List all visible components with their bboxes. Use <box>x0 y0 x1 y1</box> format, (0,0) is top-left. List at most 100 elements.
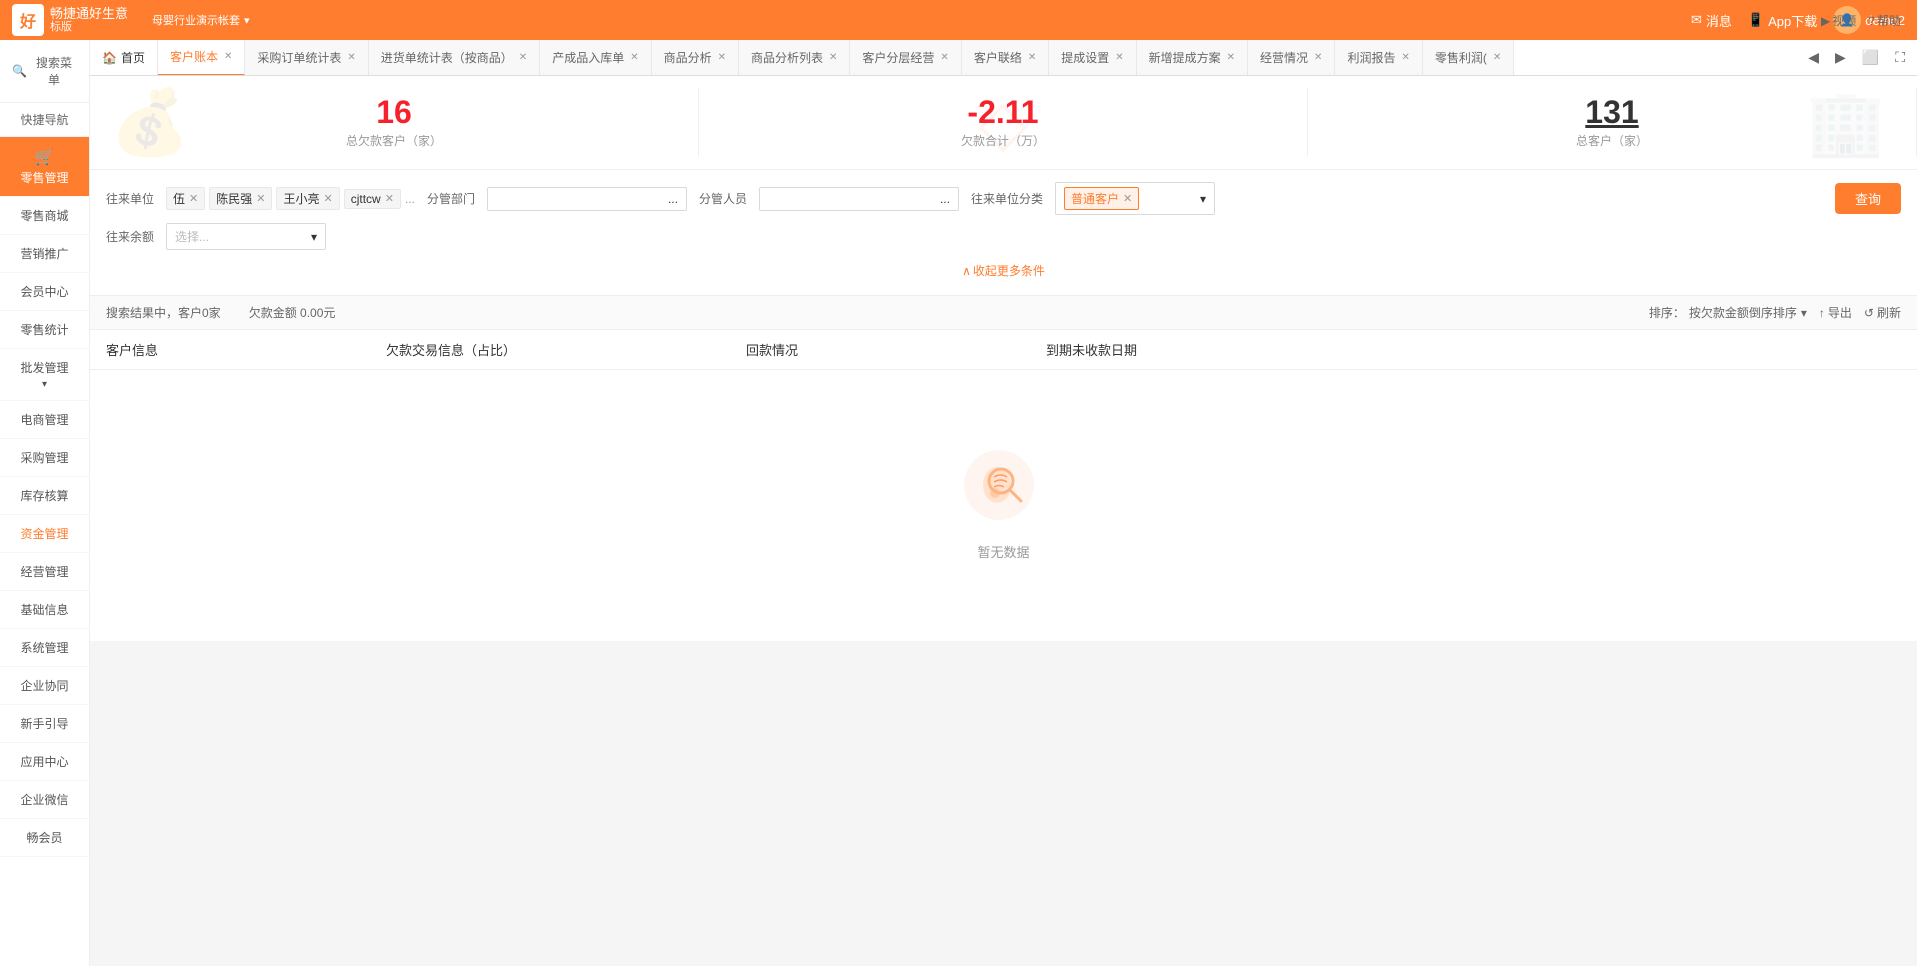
tab-bar-actions: ◀ ▶ ⬜ ⛶ <box>1796 45 1917 70</box>
tab-new-raise[interactable]: 新增提成方案 ✕ <box>1137 40 1248 76</box>
sidebar-item-app-center[interactable]: 应用中心 <box>0 743 89 781</box>
tab-more-button[interactable]: ⬜ <box>1858 45 1883 70</box>
sidebar-item-operations[interactable]: 经营管理 <box>0 553 89 591</box>
stat-total-customers: 💰 16 总欠款客户（家） <box>90 88 699 157</box>
sidebar-item-member2[interactable]: 畅会员 <box>0 819 89 857</box>
sidebar-item-purchase[interactable]: 采购管理 <box>0 439 89 477</box>
close-tag-wang[interactable]: ✕ <box>324 192 333 205</box>
tab-close-purchase-stats[interactable]: ✕ <box>519 52 527 63</box>
table-header: 客户信息 欠款交易信息（占比） 回款情况 到期未收款日期 <box>90 330 1917 370</box>
filter-area: 往来单位 伍 ✕ 陈民强 ✕ 王小亮 <box>90 170 1917 296</box>
message-button[interactable]: ✉ 消息 <box>1691 11 1732 30</box>
tab-goods-analysis[interactable]: 商品分析 ✕ <box>652 40 739 76</box>
sidebar: 🔍 搜索菜单 快捷导航 🛒 零售管理 零售商城 营销推广 会员中心 零售统计 <box>0 40 90 966</box>
stat-label-1: 总欠款客户（家） <box>346 132 442 149</box>
sidebar-item-retail-mall[interactable]: 零售商城 <box>0 197 89 235</box>
col-header-3: 回款情况 <box>746 340 1046 359</box>
tab-accounts[interactable]: 客户账本 ✕ <box>158 40 245 76</box>
empty-svg <box>969 455 1029 515</box>
collapse-button[interactable]: ∧ 收起更多条件 <box>962 258 1045 283</box>
dept-label: 分管部门 <box>427 190 475 207</box>
sidebar-item-wechat[interactable]: 企业微信 <box>0 781 89 819</box>
tab-operations[interactable]: 经营情况 ✕ <box>1248 40 1335 76</box>
unit-type-tags: 普通客户 ✕ <box>1064 187 1139 210</box>
tab-profit-report[interactable]: 利润报告 ✕ <box>1335 40 1422 76</box>
tab-home[interactable]: 🏠 首页 <box>90 40 158 76</box>
unit-label: 往来单位 <box>106 190 154 207</box>
unit-type-select[interactable]: 普通客户 ✕ ▾ <box>1055 182 1215 215</box>
quick-nav-button[interactable]: 快捷导航 <box>0 103 89 137</box>
sidebar-item-retail[interactable]: 🛒 零售管理 <box>0 137 89 197</box>
tab-purchase-stats[interactable]: 进货单统计表（按商品） ✕ <box>369 40 540 76</box>
tab-close-retail-profit[interactable]: ✕ <box>1493 52 1501 63</box>
store-selector[interactable]: 母婴行业演示帐套 ▾ <box>152 12 250 28</box>
result-bar: 搜索结果中，客户0家 欠款金额 0.00元 排序： 按欠款金额倒序排序 ▾ ↑ … <box>90 296 1917 330</box>
close-tag-wu[interactable]: ✕ <box>189 192 198 205</box>
sidebar-item-basic[interactable]: 基础信息 <box>0 591 89 629</box>
logo-text: 畅捷通好生意 标版 <box>50 6 128 35</box>
tab-close-profit-report[interactable]: ✕ <box>1401 52 1409 63</box>
sidebar-item-marketing[interactable]: 营销推广 <box>0 235 89 273</box>
filter-more-button[interactable]: ... <box>405 192 415 206</box>
result-info: 搜索结果中，客户0家 欠款金额 0.00元 <box>106 304 335 321</box>
sidebar-item-guide[interactable]: 新手引导 <box>0 705 89 743</box>
tab-purchase-orders[interactable]: 采购订单统计表 ✕ <box>245 40 368 76</box>
tab-close-customer-contact[interactable]: ✕ <box>1028 52 1036 63</box>
tab-close-purchase-orders[interactable]: ✕ <box>347 52 355 63</box>
sidebar-item-member[interactable]: 会员中心 <box>0 273 89 311</box>
collapse-row: ∧ 收起更多条件 <box>106 258 1901 283</box>
col-header-1: 客户信息 <box>106 340 386 359</box>
tab-close-goods-list[interactable]: ✕ <box>829 52 837 63</box>
close-tag-cjttcw[interactable]: ✕ <box>385 192 394 205</box>
close-tag-chen[interactable]: ✕ <box>256 192 265 205</box>
sidebar-item-system[interactable]: 系统管理 <box>0 629 89 667</box>
sidebar-item-inventory[interactable]: 库存核算 <box>0 477 89 515</box>
page-content: 💰 16 总欠款客户（家） ◇ -2.11 欠款合计（万） <box>90 76 1917 966</box>
sidebar-item-wholesale[interactable]: 批发管理 ▾ <box>0 349 89 401</box>
tab-goods-list[interactable]: 商品分析列表 ✕ <box>739 40 850 76</box>
empty-icon <box>964 450 1044 530</box>
logo-area: 好 畅捷通好生意 标版 <box>12 4 128 36</box>
tab-customer-tier[interactable]: 客户分层经营 ✕ <box>850 40 961 76</box>
app-download-button[interactable]: 📱 App下载 <box>1748 11 1817 30</box>
filter-tag-chen: 陈民强 ✕ <box>209 187 272 210</box>
col-header-2: 欠款交易信息（占比） <box>386 340 746 359</box>
empty-text: 暂无数据 <box>977 542 1029 561</box>
unit-tags: 伍 ✕ 陈民强 ✕ 王小亮 ✕ <box>166 187 415 210</box>
tab-raise-settings[interactable]: 提成设置 ✕ <box>1049 40 1136 76</box>
tab-close-accounts[interactable]: ✕ <box>224 51 232 62</box>
result-actions: 排序： 按欠款金额倒序排序 ▾ ↑ 导出 ↺ 刷新 <box>1649 304 1901 321</box>
tab-close-operations[interactable]: ✕ <box>1314 52 1322 63</box>
tab-prev-button[interactable]: ◀ <box>1804 45 1823 70</box>
unit-type-tag: 普通客户 ✕ <box>1064 187 1139 210</box>
sidebar-item-enterprise[interactable]: 企业协同 <box>0 667 89 705</box>
search-menu-button[interactable]: 🔍 搜索菜单 <box>8 50 81 92</box>
sidebar-search-area: 🔍 搜索菜单 <box>0 40 89 103</box>
close-unit-type-tag[interactable]: ✕ <box>1123 192 1132 205</box>
balance-label: 往来余额 <box>106 228 154 245</box>
query-button[interactable]: 查询 <box>1835 183 1901 214</box>
header-left: 好 畅捷通好生意 标版 母婴行业演示帐套 ▾ <box>12 4 250 36</box>
tab-close-raise-settings[interactable]: ✕ <box>1115 52 1123 63</box>
tab-close-customer-tier[interactable]: ✕ <box>940 52 948 63</box>
tab-close-production-in[interactable]: ✕ <box>630 52 638 63</box>
export-button[interactable]: ↑ 导出 <box>1819 304 1852 321</box>
tab-close-new-raise[interactable]: ✕ <box>1227 52 1235 63</box>
tab-next-button[interactable]: ▶ <box>1831 45 1850 70</box>
logo-icon: 好 <box>12 4 44 36</box>
tab-customer-contact[interactable]: 客户联络 ✕ <box>962 40 1049 76</box>
stat-label-2: 欠款合计（万） <box>961 132 1045 149</box>
tab-retail-profit[interactable]: 零售利润( ✕ <box>1423 40 1514 76</box>
tab-production-in[interactable]: 产成品入库单 ✕ <box>540 40 651 76</box>
balance-select[interactable]: 选择... ▾ <box>166 223 326 250</box>
sidebar-item-finance[interactable]: 资金管理 <box>0 515 89 553</box>
dept-select[interactable]: ... <box>487 187 687 211</box>
sidebar-item-ecommerce[interactable]: 电商管理 <box>0 401 89 439</box>
refresh-button[interactable]: ↺ 刷新 <box>1864 304 1901 321</box>
retail-icon: 🛒 <box>4 147 85 167</box>
tab-close-goods-analysis[interactable]: ✕ <box>718 52 726 63</box>
sidebar-item-retail-stats[interactable]: 零售统计 <box>0 311 89 349</box>
sort-select[interactable]: 排序： 按欠款金额倒序排序 ▾ <box>1649 304 1807 321</box>
tab-maximize-button[interactable]: ⛶ <box>1891 45 1909 70</box>
person-select[interactable]: ... <box>759 187 959 211</box>
